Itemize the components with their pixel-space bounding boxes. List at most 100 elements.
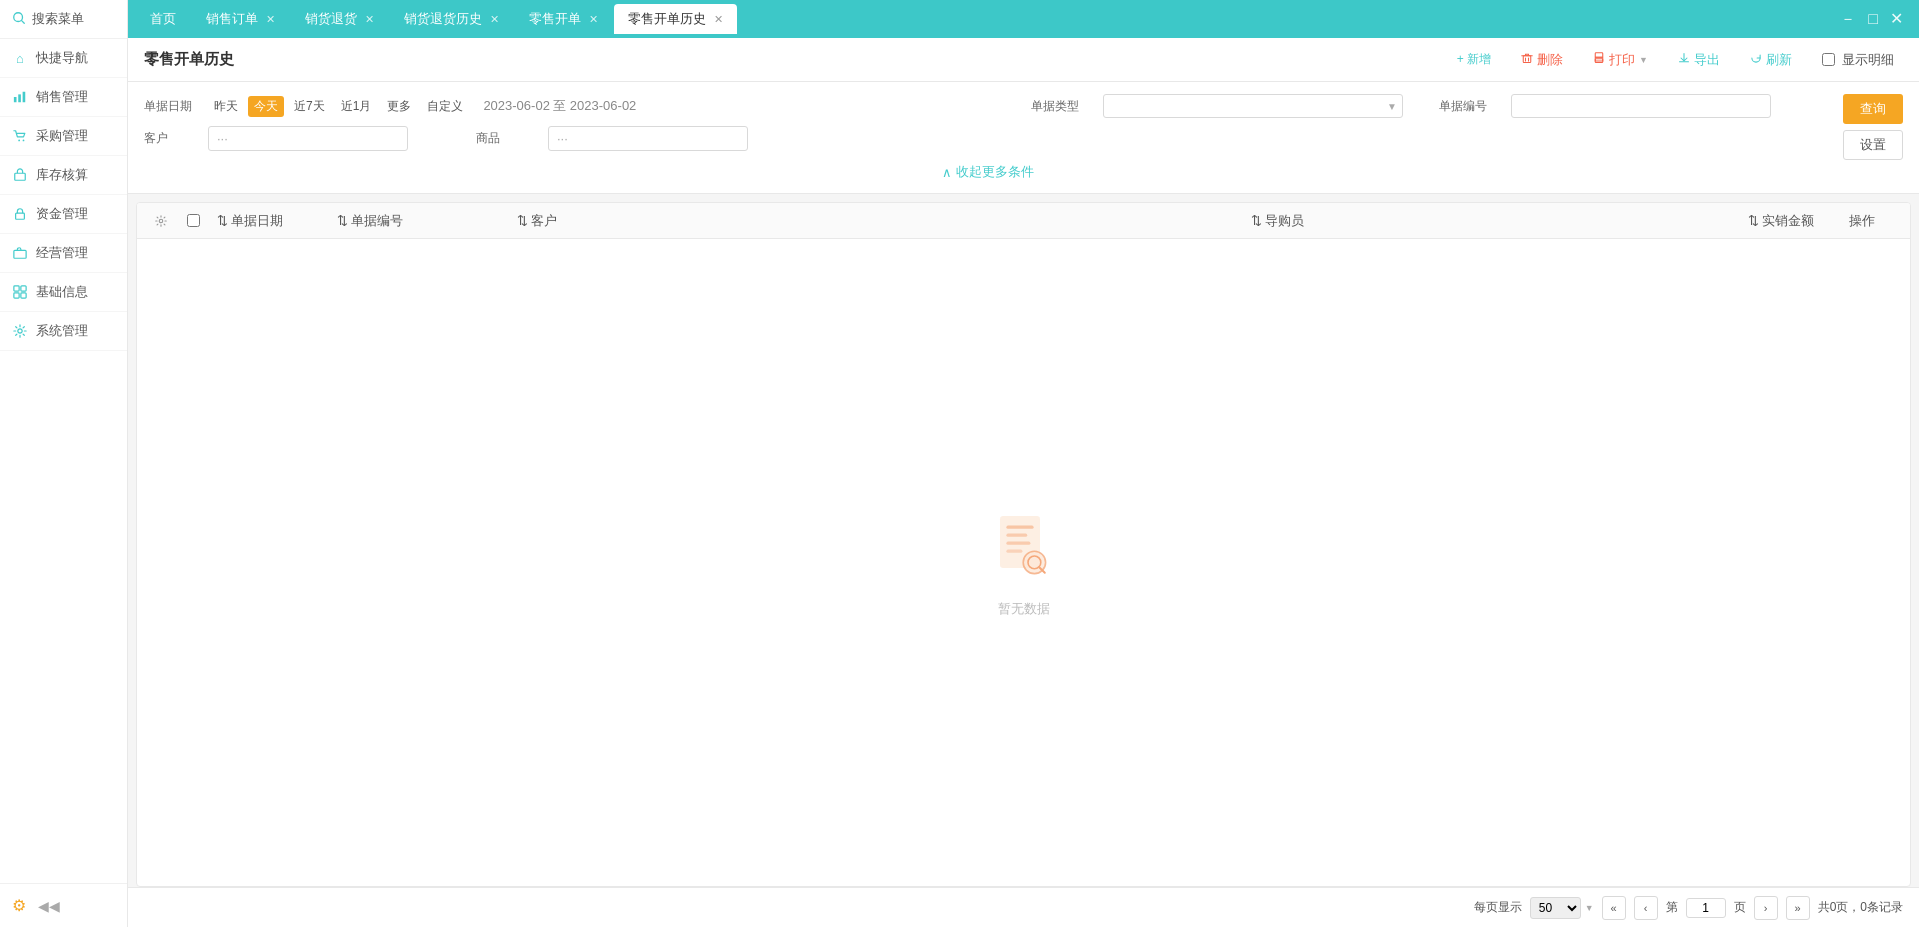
briefcase-icon [12,245,28,261]
maximize-button[interactable]: □ [1868,11,1878,27]
tab-sales-return[interactable]: 销货退货 ✕ [291,4,388,34]
close-button[interactable]: ✕ [1890,11,1903,27]
tab-close-icon[interactable]: ✕ [490,13,499,26]
print-button[interactable]: 打印 ▼ [1584,46,1657,74]
toolbar: 零售开单历史 + 新增 删除 打印 ▼ [128,38,1919,82]
customer-input[interactable]: ··· [208,126,408,151]
display-detail-checkbox[interactable] [1822,53,1835,66]
sidebar-item-label: 快捷导航 [36,49,88,67]
tab-retail-open-label: 零售开单 [529,10,581,28]
sidebar-item-operations[interactable]: 经营管理 [0,234,127,273]
date-filter-label: 单据日期 [144,98,200,115]
per-page-select[interactable]: 50 100 200 [1530,897,1581,919]
sidebar-item-purchase[interactable]: 采购管理 [0,117,127,156]
sidebar-item-label: 基础信息 [36,283,88,301]
yesterday-shortcut[interactable]: 昨天 [208,96,244,117]
tab-close-icon[interactable]: ✕ [589,13,598,26]
sidebar-search[interactable]: 搜索菜单 [0,0,127,39]
collapse-more-button[interactable]: ∧ 收起更多条件 [144,159,1831,185]
export-icon [1678,52,1690,67]
main-area: 首页 销售订单 ✕ 销货退货 ✕ 销货退货历史 ✕ 零售开单 ✕ 零售开单历史 … [128,0,1919,927]
print-chevron-icon: ▼ [1639,55,1648,65]
filter-settings-button[interactable]: 设置 [1843,130,1903,160]
order-type-select-wrapper: ▼ [1103,94,1403,118]
tab-home[interactable]: 首页 [136,4,190,34]
minimize-button[interactable]: － [1840,11,1856,27]
custom-shortcut[interactable]: 自定义 [421,96,469,117]
page-suffix: 页 [1734,899,1746,916]
export-button[interactable]: 导出 [1669,46,1729,74]
bar-chart-icon [12,89,28,105]
tab-retail-open[interactable]: 零售开单 ✕ [515,4,612,34]
sidebar-item-label: 库存核算 [36,166,88,184]
sort-icon[interactable]: ⇅ [517,213,528,228]
filter-area: 单据日期 昨天 今天 近7天 近1月 更多 自定义 2023-06-02 至 2… [128,82,1919,194]
sidebar-bottom: ⚙ ◀◀ [0,883,127,927]
tab-sales-order[interactable]: 销售订单 ✕ [192,4,289,34]
prev-page-button[interactable]: ‹ [1634,896,1658,920]
th-date: ⇅ 单据日期 [209,212,329,230]
tab-close-icon[interactable]: ✕ [266,13,275,26]
lastmonth-shortcut[interactable]: 近1月 [335,96,378,117]
sort-icon[interactable]: ⇅ [337,213,348,228]
sidebar-item-label: 经营管理 [36,244,88,262]
product-input[interactable]: ··· [548,126,748,151]
pagination-bar: 每页显示 50 100 200 ▼ « ‹ 第 页 › » 共0页，0条记录 [128,887,1919,927]
th-checkbox[interactable] [177,214,209,227]
add-button[interactable]: + 新增 [1448,46,1500,73]
page-number-input[interactable] [1686,898,1726,918]
settings-gear-button[interactable]: ⚙ [12,896,26,915]
next-page-button[interactable]: › [1754,896,1778,920]
svg-rect-4 [23,92,26,103]
th-guide: ⇅ 导购员 [1243,212,1343,230]
today-shortcut[interactable]: 今天 [248,96,284,117]
th-settings[interactable] [145,214,177,228]
select-all-checkbox[interactable] [187,214,200,227]
tab-retail-open-history[interactable]: 零售开单历史 ✕ [614,4,737,34]
svg-rect-9 [14,250,26,258]
th-customer: ⇅ 客户 [509,212,1243,230]
svg-rect-7 [15,173,26,180]
sidebar-item-finance[interactable]: 资金管理 [0,195,127,234]
total-records: 共0页，0条记录 [1818,899,1903,916]
query-buttons-area: 查询 设置 [1843,94,1903,160]
tab-close-icon[interactable]: ✕ [365,13,374,26]
refresh-button[interactable]: 刷新 [1741,46,1801,74]
shopping-cart-icon [12,128,28,144]
order-type-select[interactable] [1103,94,1403,118]
svg-rect-8 [16,213,25,219]
sidebar-item-sales-mgmt[interactable]: 销售管理 [0,78,127,117]
table-header: ⇅ 单据日期 ⇅ 单据编号 ⇅ 客户 ⇅ 导购员 ⇅ 实销金额 操作 [137,203,1910,239]
sidebar-item-quick-nav[interactable]: ⌂ 快捷导航 [0,39,127,78]
last7-shortcut[interactable]: 近7天 [288,96,331,117]
svg-rect-2 [14,97,17,102]
date-range-display: 2023-06-02 至 2023-06-02 [483,97,636,115]
tab-sales-return-history[interactable]: 销货退货历史 ✕ [390,4,513,34]
sidebar-item-basic-info[interactable]: 基础信息 [0,273,127,312]
display-detail-button[interactable]: 显示明细 [1813,46,1903,74]
customer-label: 客户 [144,130,200,147]
sidebar-item-inventory[interactable]: 库存核算 [0,156,127,195]
sidebar-item-system[interactable]: 系统管理 [0,312,127,351]
svg-rect-15 [1523,56,1531,63]
first-page-button[interactable]: « [1602,896,1626,920]
query-button[interactable]: 查询 [1843,94,1903,124]
collapse-sidebar-button[interactable]: ◀◀ [38,898,60,914]
window-controls: － □ ✕ [1840,11,1911,27]
svg-rect-13 [21,293,26,298]
sidebar-search-label: 搜索菜单 [32,10,84,28]
order-num-input[interactable] [1511,94,1771,118]
more-shortcut[interactable]: 更多 [381,96,417,117]
collapse-icon: ∧ [942,165,952,180]
last-page-button[interactable]: » [1786,896,1810,920]
sort-icon[interactable]: ⇅ [217,213,228,228]
th-amount: ⇅ 实销金额 [1702,212,1822,230]
tab-close-icon[interactable]: ✕ [714,13,723,26]
sidebar-item-label: 系统管理 [36,322,88,340]
delete-button[interactable]: 删除 [1512,46,1572,74]
order-num-label: 单据编号 [1439,98,1495,115]
svg-point-14 [18,329,22,333]
refresh-icon [1750,52,1762,67]
sort-icon[interactable]: ⇅ [1748,213,1759,228]
sort-icon[interactable]: ⇅ [1251,213,1262,228]
